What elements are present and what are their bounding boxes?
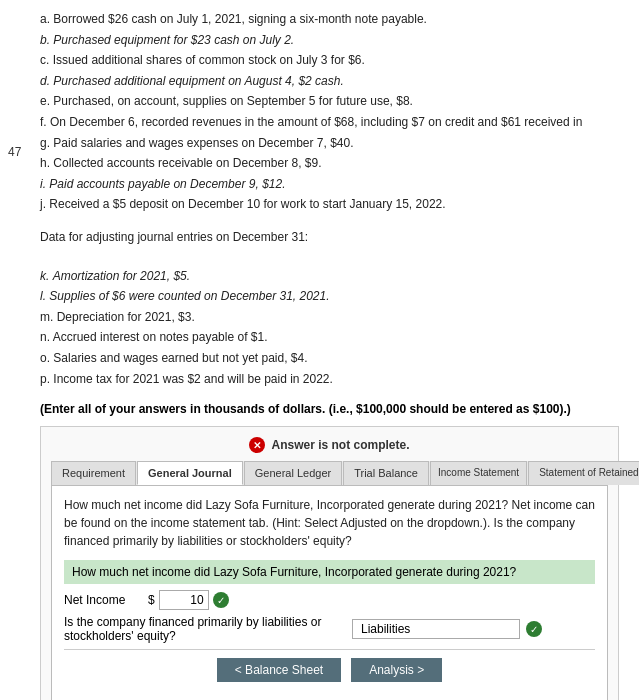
transaction-a: a. Borrowed $26 cash on July 1, 2021, si… — [40, 10, 619, 29]
answer-box: ✕ Answer is not complete. Requirement Ge… — [40, 426, 619, 700]
tab-income-statement[interactable]: Income Statement — [430, 461, 527, 485]
net-income-label: Net Income — [64, 593, 144, 607]
dollar-sign: $ — [148, 593, 155, 607]
transaction-f: f. On December 6, recorded revenues in t… — [40, 113, 619, 132]
net-income-input[interactable] — [159, 590, 209, 610]
highlighted-question: How much net income did Lazy Sofa Furnit… — [64, 560, 595, 584]
enter-note: (Enter all of your answers in thousands … — [40, 402, 619, 416]
content-area: How much net income did Lazy Sofa Furnit… — [51, 486, 608, 700]
tab-requirement[interactable]: Requirement — [51, 461, 136, 485]
liabilities-row: Is the company financed primarily by lia… — [64, 615, 595, 643]
transaction-i: i. Paid accounts payable on December 9, … — [40, 175, 619, 194]
adjusting-header: Data for adjusting journal entries on De… — [40, 228, 619, 247]
adjusting-o: o. Salaries and wages earned but not yet… — [40, 349, 619, 368]
tab-trial-balance[interactable]: Trial Balance — [343, 461, 429, 485]
answer-status: ✕ Answer is not complete. — [51, 437, 608, 453]
transaction-j: j. Received a $5 deposit on December 10 … — [40, 195, 619, 214]
tab-general-journal[interactable]: General Journal — [137, 461, 243, 485]
adjusting-n: n. Accrued interest on notes payable of … — [40, 328, 619, 347]
tab-statement-retained[interactable]: Statement of Retained Earnings — [528, 461, 639, 485]
question-text: How much net income did Lazy Sofa Furnit… — [64, 496, 595, 550]
forward-button[interactable]: Analysis > — [351, 658, 442, 682]
transaction-d: d. Purchased additional equipment on Aug… — [40, 72, 619, 91]
transactions-section: a. Borrowed $26 cash on July 1, 2021, si… — [40, 10, 619, 214]
nav-buttons: < Balance Sheet Analysis > — [64, 649, 595, 690]
transaction-b: b. Purchased equipment for $23 cash on J… — [40, 31, 619, 50]
liabilities-check-icon: ✓ — [526, 621, 542, 637]
transaction-g: g. Paid salaries and wages expenses on D… — [40, 134, 619, 153]
adjusting-section: Data for adjusting journal entries on De… — [40, 228, 619, 388]
error-icon: ✕ — [249, 437, 265, 453]
net-income-row: Net Income $ ✓ — [64, 590, 595, 610]
transaction-e: e. Purchased, on account, supplies on Se… — [40, 92, 619, 111]
adjusting-m: m. Depreciation for 2021, $3. — [40, 308, 619, 327]
tabs-row: Requirement General Journal General Ledg… — [51, 461, 608, 486]
liabilities-question-label: Is the company financed primarily by lia… — [64, 615, 344, 643]
back-button[interactable]: < Balance Sheet — [217, 658, 341, 682]
adjusting-p: p. Income tax for 2021 was $2 and will b… — [40, 370, 619, 389]
tab-general-ledger[interactable]: General Ledger — [244, 461, 342, 485]
adjusting-l: l. Supplies of $6 were counted on Decemb… — [40, 287, 619, 306]
transaction-h: h. Collected accounts receivable on Dece… — [40, 154, 619, 173]
adjusting-k: k. Amortization for 2021, $5. — [40, 267, 619, 286]
liabilities-input[interactable] — [352, 619, 520, 639]
check-icon: ✓ — [213, 592, 229, 608]
transaction-c: c. Issued additional shares of common st… — [40, 51, 619, 70]
page-number: 47 — [8, 145, 21, 159]
